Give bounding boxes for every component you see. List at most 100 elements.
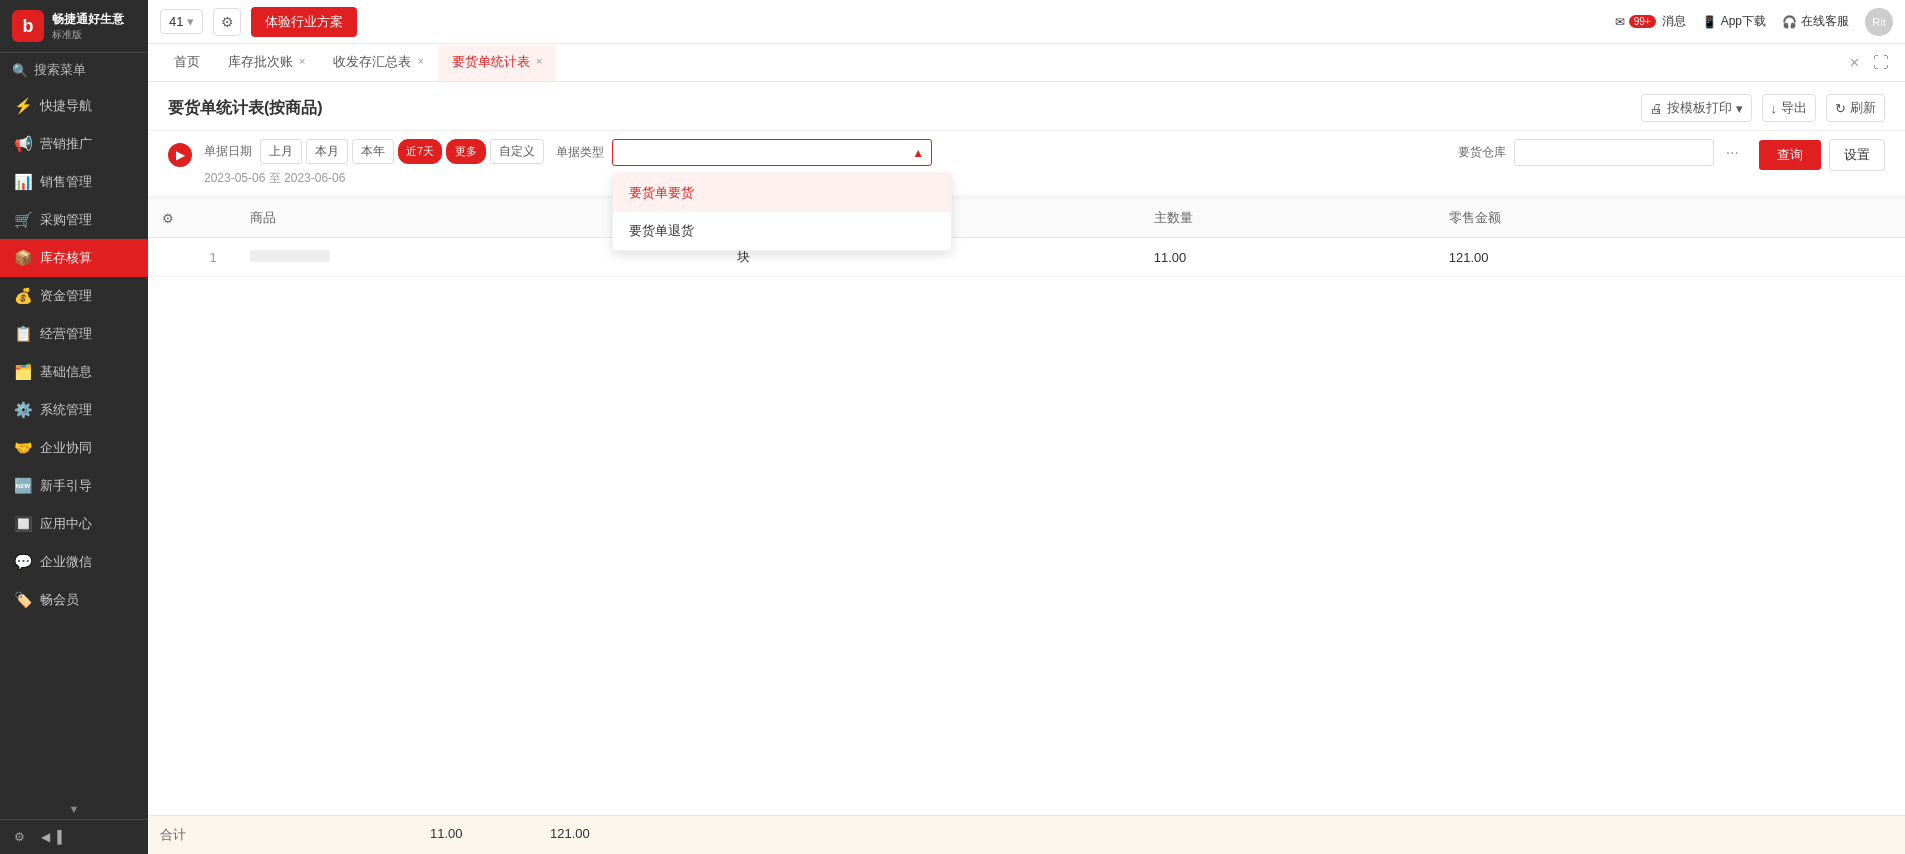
sidebar-item-label: 系统管理 xyxy=(40,401,92,419)
refresh-btn[interactable]: ↻ 刷新 xyxy=(1826,94,1885,122)
basic-icon: 🗂️ xyxy=(14,363,32,381)
search-label: 搜索菜单 xyxy=(34,61,86,79)
col-extra xyxy=(1793,199,1905,238)
sidebar-item-label: 快捷导航 xyxy=(40,97,92,115)
settings-bottom-btn[interactable]: ⚙ xyxy=(14,830,25,844)
sidebar-item-purchase[interactable]: 🛒 采购管理 xyxy=(0,201,148,239)
sidebar-item-marketing[interactable]: 📢 营销推广 xyxy=(0,125,148,163)
tab-summary-label: 收发存汇总表 xyxy=(333,53,411,71)
footer-amount: 121.00 xyxy=(550,826,650,844)
page-actions: 🖨 按模板打印 ▾ ↓ 导出 ↻ 刷新 xyxy=(1641,94,1886,122)
search-btn[interactable]: 查询 xyxy=(1759,140,1821,170)
chevron-down-icon: ▾ xyxy=(1736,101,1743,116)
type-select-container: ▲ 要货单要货 要货单退货 xyxy=(612,139,932,166)
tab-summary[interactable]: 收发存汇总表 × xyxy=(319,45,437,81)
print-icon: 🖨 xyxy=(1650,101,1663,116)
avatar-icon: Rit xyxy=(1865,8,1893,36)
online-service-action[interactable]: 🎧 在线客服 xyxy=(1782,13,1849,30)
shortcut-icon: ⚡ xyxy=(14,97,32,115)
message-icon: ✉ xyxy=(1615,15,1625,29)
dropdown-item-order[interactable]: 要货单要货 xyxy=(613,174,951,212)
tab-batch-label: 库存批次账 xyxy=(228,53,293,71)
operation-icon: 📋 xyxy=(14,325,32,343)
this-month-btn[interactable]: 本月 xyxy=(306,139,348,164)
tab-home[interactable]: 首页 xyxy=(160,45,214,81)
table-container: ⚙ 商品 主计量单位 主数量 零售金额 1 xyxy=(148,199,1905,815)
sidebar-search[interactable]: 🔍 搜索菜单 xyxy=(0,53,148,87)
cell-idx: 1 xyxy=(188,238,238,277)
chevron-down-icon: ▾ xyxy=(187,14,194,29)
last-month-btn[interactable]: 上月 xyxy=(260,139,302,164)
tab-requisition[interactable]: 要货单统计表 × xyxy=(438,45,556,81)
table-row: 1 块 11.00 121.00 xyxy=(148,238,1905,277)
sidebar-item-sales[interactable]: 📊 销售管理 xyxy=(0,163,148,201)
tab-expand-btn[interactable]: ⛶ xyxy=(1869,52,1893,74)
date-range-display: 2023-05-06 至 2023-06-06 xyxy=(204,170,544,187)
print-btn[interactable]: 🖨 按模板打印 ▾ xyxy=(1641,94,1752,122)
gear-button[interactable]: ⚙ xyxy=(213,8,241,36)
sidebar-item-shortcut[interactable]: ⚡ 快捷导航 xyxy=(0,87,148,125)
tab-batch-close[interactable]: × xyxy=(299,56,305,67)
phone-icon: 📱 xyxy=(1702,15,1717,29)
sidebar-item-label: 销售管理 xyxy=(40,173,92,191)
tab-batch[interactable]: 库存批次账 × xyxy=(214,45,319,81)
footer-spacer xyxy=(650,826,1893,844)
collapse-sidebar-btn[interactable]: ◀ ▐ xyxy=(41,830,62,844)
sidebar-item-label: 资金管理 xyxy=(40,287,92,305)
warehouse-input[interactable] xyxy=(1514,139,1714,166)
type-filter-group: 单据类型 ▲ 要货单要货 要货单退货 xyxy=(556,139,1430,166)
this-year-btn[interactable]: 本年 xyxy=(352,139,394,164)
sidebar-item-operation[interactable]: 📋 经营管理 xyxy=(0,315,148,353)
custom-date-btn[interactable]: 自定义 xyxy=(490,139,544,164)
settings-icon: ⚙ xyxy=(162,211,174,226)
print-label: 按模板打印 xyxy=(1667,99,1732,117)
user-avatar[interactable]: Rit xyxy=(1865,8,1893,36)
sidebar-item-wechat[interactable]: 💬 企业微信 xyxy=(0,543,148,581)
logo-text: 畅捷通好生意 标准版 xyxy=(52,11,124,42)
col-amount: 零售金额 xyxy=(1437,199,1793,238)
refresh-icon: ↻ xyxy=(1835,101,1846,116)
topbar-left: 41 ▾ ⚙ 体验行业方案 xyxy=(160,7,357,37)
sidebar-item-finance[interactable]: 💰 资金管理 xyxy=(0,277,148,315)
sidebar-item-guide[interactable]: 🆕 新手引导 xyxy=(0,467,148,505)
set-btn[interactable]: 设置 xyxy=(1829,139,1885,171)
sidebar-item-label: 畅会员 xyxy=(40,591,79,609)
last-7days-btn[interactable]: 近7天 xyxy=(398,139,442,164)
trial-btn[interactable]: 体验行业方案 xyxy=(251,7,357,37)
sidebar-item-label: 基础信息 xyxy=(40,363,92,381)
app-download-action[interactable]: 📱 App下载 xyxy=(1702,13,1766,30)
tab-close-all-btn[interactable]: × xyxy=(1846,52,1863,74)
page-header: 要货单统计表(按商品) 🖨 按模板打印 ▾ ↓ 导出 ↻ 刷新 xyxy=(148,82,1905,130)
date-filter-group: 单据日期 上月 本月 本年 近7天 更多 自定义 2023-05-06 至 20… xyxy=(204,139,544,187)
message-action[interactable]: ✉ 99+ 消息 xyxy=(1615,13,1686,30)
store-selector[interactable]: 41 ▾ xyxy=(160,9,203,34)
export-btn[interactable]: ↓ 导出 xyxy=(1762,94,1817,122)
sales-icon: 📊 xyxy=(14,173,32,191)
page-content: 要货单统计表(按商品) 🖨 按模板打印 ▾ ↓ 导出 ↻ 刷新 ▶ xyxy=(148,82,1905,854)
sidebar-item-basic[interactable]: 🗂️ 基础信息 xyxy=(0,353,148,391)
sidebar-item-label: 经营管理 xyxy=(40,325,92,343)
type-dropdown: 要货单要货 要货单退货 xyxy=(612,173,952,251)
finance-icon: 💰 xyxy=(14,287,32,305)
sidebar-item-label: 库存核算 xyxy=(40,249,92,267)
topbar-right: ✉ 99+ 消息 📱 App下载 🎧 在线客服 Rit xyxy=(1615,8,1893,36)
sidebar-item-apps[interactable]: 🔲 应用中心 xyxy=(0,505,148,543)
system-icon: ⚙️ xyxy=(14,401,32,419)
sidebar-item-system[interactable]: ⚙️ 系统管理 xyxy=(0,391,148,429)
brand-name: 畅捷通好生意 xyxy=(52,11,124,28)
filter-expand-btn[interactable]: ▶ xyxy=(168,143,192,167)
dropdown-item-return[interactable]: 要货单退货 xyxy=(613,212,951,250)
more-dates-btn[interactable]: 更多 xyxy=(446,139,486,164)
more-filters-icon[interactable]: ··· xyxy=(1726,144,1739,162)
tabbar-end: × ⛶ xyxy=(1846,52,1893,74)
sidebar-logo: b 畅捷通好生意 标准版 xyxy=(0,0,148,53)
sidebar-scroll-down[interactable]: ▼ xyxy=(0,799,148,819)
tab-summary-close[interactable]: × xyxy=(417,56,423,67)
sidebar-item-coop[interactable]: 🤝 企业协同 xyxy=(0,429,148,467)
sidebar-item-inventory[interactable]: 📦 库存核算 xyxy=(0,239,148,277)
sidebar-item-member[interactable]: 🏷️ 畅会员 xyxy=(0,581,148,619)
type-select-input[interactable] xyxy=(612,139,932,166)
col-settings[interactable]: ⚙ xyxy=(148,199,188,238)
data-table: ⚙ 商品 主计量单位 主数量 零售金额 1 xyxy=(148,199,1905,277)
tab-requisition-close[interactable]: × xyxy=(536,56,542,67)
